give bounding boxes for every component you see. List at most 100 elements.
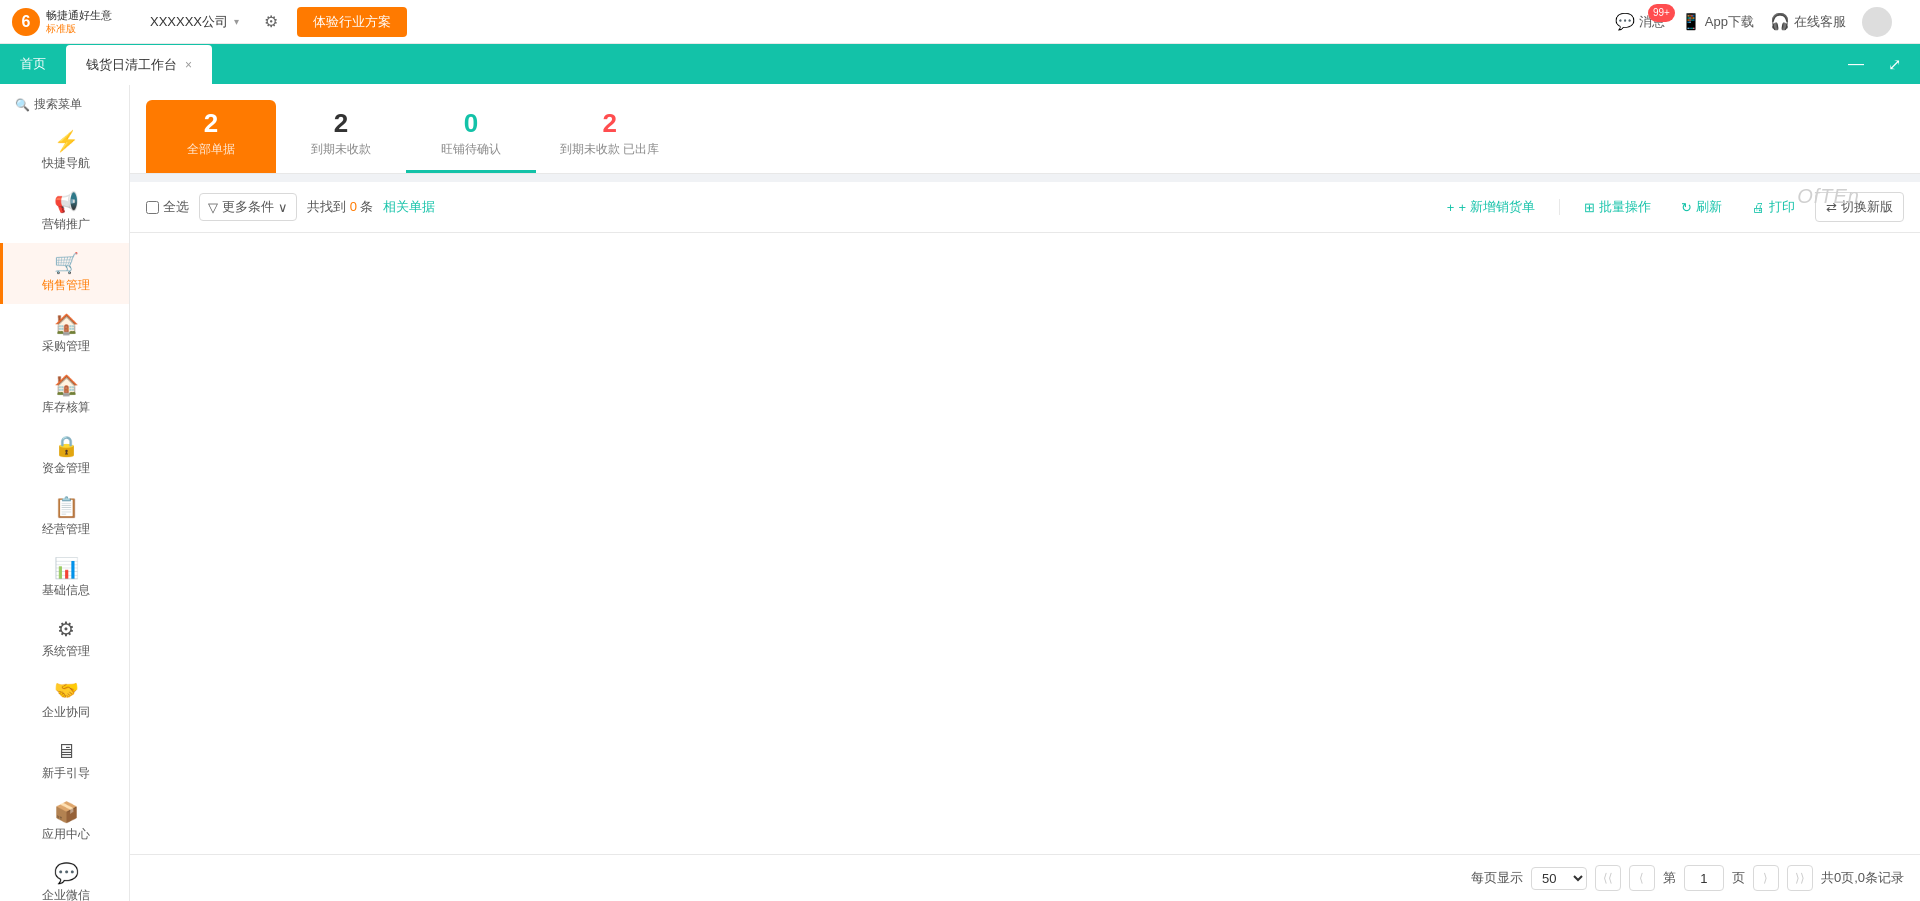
stat-label-wangpu: 旺铺待确认: [430, 141, 512, 158]
page-prev-button[interactable]: ⟨: [1629, 865, 1655, 891]
sidebar-item-operations[interactable]: 📋 经营管理: [0, 487, 129, 548]
sidebar-item-finance[interactable]: 🔒 资金管理: [0, 426, 129, 487]
basic-info-icon: 📊: [54, 558, 79, 578]
page-last-button[interactable]: ⟩⟩: [1787, 865, 1813, 891]
stat-number-wangpu: 0: [430, 108, 512, 139]
sidebar-item-label: 新手引导: [42, 765, 90, 782]
tab-close-icon[interactable]: ×: [185, 58, 192, 72]
messages-button[interactable]: 💬 消息 99+: [1615, 12, 1665, 31]
divider: [1559, 199, 1560, 215]
guide-icon: 🖥: [56, 741, 76, 761]
logo-text: 畅捷通好生意 标准版: [46, 8, 112, 35]
sidebar-item-system[interactable]: ⚙ 系统管理: [0, 609, 129, 670]
app-center-icon: 📦: [54, 802, 79, 822]
refresh-button[interactable]: ↻ 刷新: [1671, 193, 1732, 221]
sales-icon: 🛒: [54, 253, 79, 273]
per-page-label: 每页显示: [1471, 869, 1523, 887]
tab-bar: 首页 钱货日清工作台 × — ⤢: [0, 44, 1920, 84]
stat-tab-overdue[interactable]: 2 到期未收款: [276, 100, 406, 173]
trial-button[interactable]: 体验行业方案: [297, 7, 407, 37]
print-icon: 🖨: [1752, 200, 1765, 215]
stat-label-all: 全部单据: [170, 141, 252, 158]
sidebar-item-basic-info[interactable]: 📊 基础信息: [0, 548, 129, 609]
page-first-button[interactable]: ⟨⟨: [1595, 865, 1621, 891]
add-order-button[interactable]: + 新增销货单: [1437, 193, 1545, 221]
sidebar-item-quick-nav[interactable]: ⚡ 快捷导航: [0, 121, 129, 182]
print-button[interactable]: 🖨 打印: [1742, 193, 1805, 221]
system-icon: ⚙: [57, 619, 75, 639]
sidebar-item-label: 库存核算: [42, 399, 90, 416]
page-total: 共0页,0条记录: [1821, 869, 1904, 887]
select-all-input[interactable]: [146, 201, 159, 214]
search-icon: 🔍: [15, 98, 30, 112]
finance-icon: 🔒: [54, 436, 79, 456]
toolbar: 全选 ▽ 更多条件 ∨ 共找到 0 条 相关单据 + 新增销货单: [130, 182, 1920, 233]
sidebar-item-label: 企业微信: [42, 887, 90, 901]
app-download-label: App下载: [1705, 13, 1754, 31]
quick-nav-icon: ⚡: [54, 131, 79, 151]
batch-operation-button[interactable]: ⊞ 批量操作: [1574, 193, 1661, 221]
purchase-icon: 🏠: [54, 314, 79, 334]
select-all-checkbox[interactable]: 全选: [146, 198, 189, 216]
table-area: [130, 233, 1920, 854]
sidebar-item-sales[interactable]: 🛒 销售管理: [0, 243, 129, 304]
sidebar-item-label: 系统管理: [42, 643, 90, 660]
sidebar-item-cooperation[interactable]: 🤝 企业协同: [0, 670, 129, 731]
search-menu-item[interactable]: 🔍 搜索菜单: [0, 88, 129, 121]
switch-icon: ⇄: [1826, 200, 1837, 215]
stat-tab-wangpu[interactable]: 0 旺铺待确认: [406, 100, 536, 173]
stat-tab-shipped[interactable]: 2 到期未收款 已出库: [536, 100, 683, 173]
company-selector[interactable]: XXXXXX公司 ▾: [142, 9, 247, 35]
online-service-button[interactable]: 🎧 在线客服: [1770, 12, 1846, 31]
page-number-input[interactable]: [1684, 865, 1724, 891]
stat-number-all: 2: [170, 108, 252, 139]
cooperation-icon: 🤝: [54, 680, 79, 700]
page-size-select[interactable]: 50 100 200: [1531, 867, 1587, 890]
sidebar-item-label: 应用中心: [42, 826, 90, 843]
tab-active[interactable]: 钱货日清工作台 ×: [66, 45, 212, 85]
sidebar-item-label: 营销推广: [42, 216, 90, 233]
refresh-icon: ↻: [1681, 200, 1692, 215]
messages-badge: 99+: [1648, 4, 1675, 22]
sidebar-item-purchase[interactable]: 🏠 采购管理: [0, 304, 129, 365]
sidebar-item-guide[interactable]: 🖥 新手引导: [0, 731, 129, 792]
found-text: 共找到 0 条: [307, 198, 373, 216]
tab-bar-right: — ⤢: [1842, 50, 1920, 78]
sidebar-item-marketing[interactable]: 📢 营销推广: [0, 182, 129, 243]
stat-tab-all[interactable]: 2 全部单据: [146, 100, 276, 173]
app-download-button[interactable]: 📱 App下载: [1681, 12, 1754, 31]
toolbar-left: 全选 ▽ 更多条件 ∨ 共找到 0 条 相关单据: [146, 193, 1425, 221]
sidebar-item-wechat[interactable]: 💬 企业微信: [0, 853, 129, 901]
stat-number-overdue: 2: [300, 108, 382, 139]
settings-button[interactable]: ⚙: [257, 8, 285, 36]
sidebar-item-app-center[interactable]: 📦 应用中心: [0, 792, 129, 853]
sidebar-item-label: 快捷导航: [42, 155, 90, 172]
add-icon: +: [1458, 200, 1466, 215]
logo-area: 6 畅捷通好生意 标准版: [12, 8, 142, 36]
sidebar-item-label: 企业协同: [42, 704, 90, 721]
page-next-button[interactable]: ⟩: [1753, 865, 1779, 891]
tab-expand-button[interactable]: ⤢: [1880, 50, 1908, 78]
stat-label-overdue: 到期未收款: [300, 141, 382, 158]
page-suffix: 页: [1732, 869, 1745, 887]
sidebar-item-inventory[interactable]: 🏠 库存核算: [0, 365, 129, 426]
main-layout: 🔍 搜索菜单 ⚡ 快捷导航 📢 营销推广 🛒 销售管理 🏠 采购管理 🏠 库存核…: [0, 84, 1920, 901]
stats-tabs: 2 全部单据 2 到期未收款 0 旺铺待确认 2 到期未收款 已出库: [130, 84, 1920, 174]
service-icon: 🎧: [1770, 12, 1790, 31]
pagination: 每页显示 50 100 200 ⟨⟨ ⟨ 第 页 ⟩ ⟩⟩ 共0页,0条记录: [130, 854, 1920, 901]
related-records-link[interactable]: 相关单据: [383, 198, 435, 216]
filter-button[interactable]: ▽ 更多条件 ∨: [199, 193, 297, 221]
sidebar: 🔍 搜索菜单 ⚡ 快捷导航 📢 营销推广 🛒 销售管理 🏠 采购管理 🏠 库存核…: [0, 84, 130, 901]
tab-minimize-button[interactable]: —: [1842, 50, 1870, 78]
switch-version-button[interactable]: ⇄ 切换新版: [1815, 192, 1904, 222]
wechat-icon: 💬: [54, 863, 79, 883]
inventory-icon: 🏠: [54, 375, 79, 395]
empty-state: [130, 233, 1920, 854]
chevron-down-icon: ▾: [234, 16, 239, 27]
page-label: 第: [1663, 869, 1676, 887]
tab-home[interactable]: 首页: [0, 44, 66, 84]
download-icon: 📱: [1681, 12, 1701, 31]
sidebar-item-label: 经营管理: [42, 521, 90, 538]
avatar[interactable]: [1862, 7, 1892, 37]
online-service-label: 在线客服: [1794, 13, 1846, 31]
